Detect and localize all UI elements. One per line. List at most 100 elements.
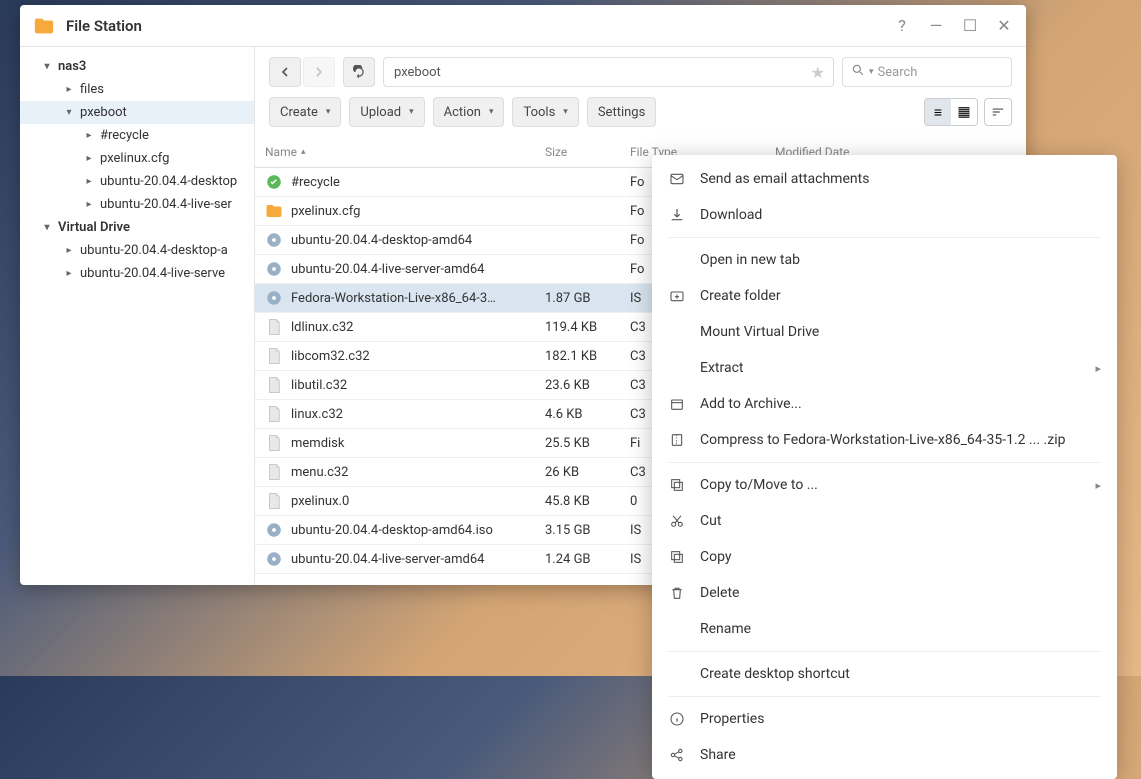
file-name: ldlinux.c32 (291, 320, 353, 335)
menu-shortcut[interactable]: Create desktop shortcut (652, 656, 1117, 692)
app-icon (32, 14, 56, 38)
menu-label: Mount Virtual Drive (700, 324, 819, 340)
search-placeholder: Search (878, 65, 918, 80)
menu-download[interactable]: Download (652, 197, 1117, 233)
maximize-button[interactable]: ☐ (960, 16, 980, 36)
col-name-header[interactable]: Name▴ (255, 137, 535, 167)
sort-button[interactable] (984, 98, 1012, 126)
menu-label: Copy to/Move to ... (700, 477, 818, 493)
col-size-header[interactable]: Size (535, 137, 620, 167)
refresh-button[interactable] (343, 57, 375, 87)
menu-compress[interactable]: Compress to Fedora-Workstation-Live-x86_… (652, 422, 1117, 458)
download-icon (668, 206, 686, 224)
window-title: File Station (66, 17, 892, 35)
menu-create-folder[interactable]: Create folder (652, 278, 1117, 314)
disc-icon (265, 231, 283, 249)
menu-add-archive[interactable]: Add to Archive... (652, 386, 1117, 422)
file-name: linux.c32 (291, 407, 343, 422)
disc-icon (265, 260, 283, 278)
caret-icon: ▸ (62, 245, 76, 256)
copy-icon (668, 476, 686, 494)
settings-button[interactable]: Settings (587, 97, 656, 127)
file-name: pxelinux.0 (291, 494, 349, 509)
menu-label: Share (700, 747, 736, 763)
tree-vd-item[interactable]: ▸ubuntu-20.04.4-live-serve (20, 262, 254, 285)
action-toolbar: Create Upload Action Tools Settings ≡ ▦ (255, 93, 1026, 137)
menu-share[interactable]: Share (652, 737, 1117, 773)
file-size: 119.4 KB (535, 320, 620, 335)
tools-button[interactable]: Tools (512, 97, 578, 127)
menu-copy[interactable]: Copy (652, 539, 1117, 575)
menu-properties[interactable]: Properties (652, 701, 1117, 737)
file-name: libcom32.c32 (291, 349, 370, 364)
grid-view-button[interactable]: ▦ (951, 99, 977, 125)
tree-item-recycle[interactable]: ▸ #recycle (20, 124, 254, 147)
caret-icon: ▸ (82, 153, 96, 164)
menu-label: Add to Archive... (700, 396, 802, 412)
menu-send-email[interactable]: Send as email attachments (652, 161, 1117, 197)
help-button[interactable]: ? (892, 16, 912, 36)
path-input[interactable]: pxeboot★ (383, 57, 834, 87)
tree-item-files[interactable]: ▸files (20, 78, 254, 101)
tree-item-ubuntu-server[interactable]: ▸ubuntu-20.04.4-live-ser (20, 193, 254, 216)
file-icon (265, 463, 283, 481)
tree-root-label: nas3 (58, 59, 86, 74)
file-name: pxelinux.cfg (291, 204, 360, 219)
list-view-button[interactable]: ≡ (925, 99, 951, 125)
tree-item-pxeboot[interactable]: ▾pxeboot (20, 101, 254, 124)
menu-label: Properties (700, 711, 764, 727)
tree-item-ubuntu-desktop[interactable]: ▸ubuntu-20.04.4-desktop (20, 170, 254, 193)
search-input[interactable]: ▾Search (842, 57, 1012, 87)
back-button[interactable] (269, 57, 301, 87)
chevron-right-icon: ▸ (1095, 362, 1101, 375)
zip-icon (668, 431, 686, 449)
tree-label: files (80, 82, 104, 97)
caret-icon: ▸ (82, 199, 96, 210)
file-icon (265, 318, 283, 336)
close-button[interactable]: ✕ (994, 16, 1014, 36)
menu-label: Open in new tab (700, 252, 800, 268)
menu-delete[interactable]: Delete (652, 575, 1117, 611)
forward-button[interactable] (303, 57, 335, 87)
star-icon[interactable]: ★ (811, 63, 825, 82)
navigation-toolbar: pxeboot★ ▾Search (255, 47, 1026, 93)
menu-rename[interactable]: Rename (652, 611, 1117, 647)
tree-label: pxeboot (80, 105, 127, 120)
tree-root[interactable]: ▾nas3 (20, 55, 254, 78)
file-name: memdisk (291, 436, 345, 451)
upload-button[interactable]: Upload (349, 97, 424, 127)
tree-label: pxelinux.cfg (100, 151, 169, 166)
menu-copy-move[interactable]: Copy to/Move to ...▸ (652, 467, 1117, 503)
menu-open-tab[interactable]: Open in new tab (652, 242, 1117, 278)
tree-label: ubuntu-20.04.4-desktop-a (80, 243, 228, 258)
share-icon (668, 746, 686, 764)
tree-label: ubuntu-20.04.4-desktop (100, 174, 237, 189)
file-name: ubuntu-20.04.4-desktop-amd64 (291, 233, 472, 248)
action-button[interactable]: Action (433, 97, 505, 127)
search-icon (851, 63, 865, 81)
disc-icon (265, 289, 283, 307)
menu-label: Create desktop shortcut (700, 666, 850, 682)
caret-icon: ▸ (82, 130, 96, 141)
file-name: ubuntu-20.04.4-desktop-amd64.iso (291, 523, 493, 538)
file-name: libutil.c32 (291, 378, 347, 393)
file-name: ubuntu-20.04.4-live-server-amd64 (291, 552, 484, 567)
file-size: 25.5 KB (535, 436, 620, 451)
tree-label: #recycle (100, 128, 149, 143)
create-button[interactable]: Create (269, 97, 341, 127)
disc-icon (265, 521, 283, 539)
menu-mount-virtual-drive[interactable]: Mount Virtual Drive (652, 314, 1117, 350)
tree-vd-item[interactable]: ▸ ubuntu-20.04.4-desktop-a (20, 239, 254, 262)
file-name: #recycle (291, 175, 340, 190)
copy-icon (668, 548, 686, 566)
menu-cut[interactable]: Cut (652, 503, 1117, 539)
menu-label: Delete (700, 585, 739, 601)
file-size: 45.8 KB (535, 494, 620, 509)
menu-label: Compress to Fedora-Workstation-Live-x86_… (700, 432, 1065, 448)
minimize-button[interactable]: — (926, 16, 946, 36)
menu-extract[interactable]: Extract▸ (652, 350, 1117, 386)
caret-icon: ▸ (62, 268, 76, 279)
tree-item-pxelinuxcfg[interactable]: ▸ pxelinux.cfg (20, 147, 254, 170)
file-icon (265, 347, 283, 365)
tree-virtual-drive[interactable]: ▾Virtual Drive (20, 216, 254, 239)
